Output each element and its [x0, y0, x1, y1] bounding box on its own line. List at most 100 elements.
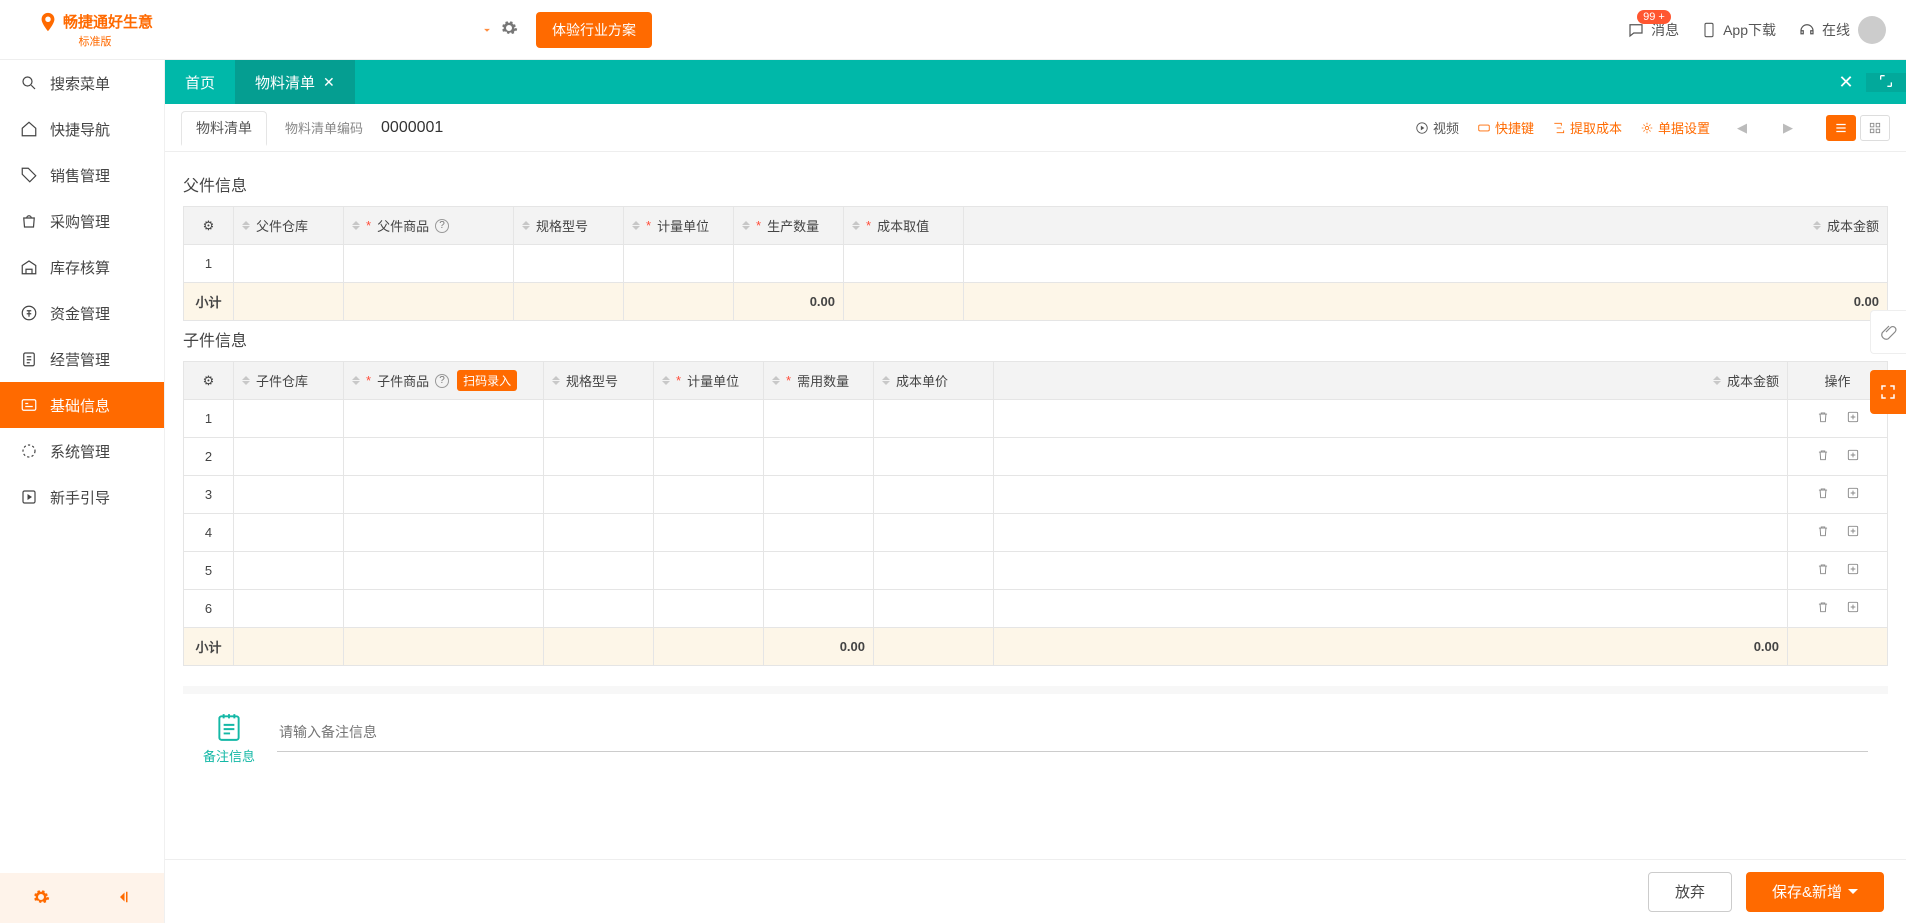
- sidebar-item-sales[interactable]: 销售管理: [0, 152, 164, 198]
- column-settings-button[interactable]: ⚙: [184, 362, 234, 400]
- tabs-expand-button[interactable]: [1866, 73, 1906, 92]
- trash-icon: [1816, 524, 1830, 538]
- row-delete-button[interactable]: [1816, 600, 1830, 617]
- row-index: 1: [184, 400, 234, 438]
- sidebar-item-fund[interactable]: 资金管理: [0, 290, 164, 336]
- col-child-unit[interactable]: *计量单位: [654, 362, 764, 400]
- parent-subtotal-row: 小计 0.00 0.00: [184, 283, 1888, 321]
- table-row[interactable]: 4: [184, 514, 1888, 552]
- sidebar-item-baseinfo[interactable]: 基础信息: [0, 382, 164, 428]
- table-row[interactable]: 1: [184, 400, 1888, 438]
- sidebar-item-operation[interactable]: 经营管理: [0, 336, 164, 382]
- extract-cost-link[interactable]: 提取成本: [1552, 118, 1622, 137]
- org-input[interactable]: [210, 13, 470, 47]
- table-row[interactable]: 3: [184, 476, 1888, 514]
- col-child-cost-amount[interactable]: 成本金额: [994, 362, 1788, 400]
- col-parent-product[interactable]: *父件商品?: [344, 207, 514, 245]
- fullscreen-rail-button[interactable]: [1870, 370, 1906, 414]
- col-parent-warehouse[interactable]: 父件仓库: [234, 207, 344, 245]
- table-row[interactable]: 2: [184, 438, 1888, 476]
- table-row[interactable]: 5: [184, 552, 1888, 590]
- row-add-button[interactable]: [1846, 486, 1860, 503]
- row-add-button[interactable]: [1846, 448, 1860, 465]
- prev-record-button[interactable]: ◀: [1728, 114, 1756, 142]
- save-and-new-button[interactable]: 保存&新增: [1746, 872, 1884, 912]
- row-delete-button[interactable]: [1816, 410, 1830, 427]
- industry-experience-button[interactable]: 体验行业方案: [536, 12, 652, 48]
- next-record-button[interactable]: ▶: [1774, 114, 1802, 142]
- main-area: 首页 物料清单 ✕ ✕ 物料清单 物料清单编码 0000001: [165, 60, 1906, 923]
- col-child-unit-cost[interactable]: 成本单价: [874, 362, 994, 400]
- sidebar-collapse-button[interactable]: [114, 888, 132, 909]
- col-child-warehouse[interactable]: 子件仓库: [234, 362, 344, 400]
- system-icon: [20, 442, 38, 460]
- view-toggle: [1826, 115, 1890, 141]
- clipboard-icon: [20, 350, 38, 368]
- col-parent-cost-basis[interactable]: *成本取值: [844, 207, 964, 245]
- tab-bom[interactable]: 物料清单 ✕: [235, 60, 355, 104]
- remark-input[interactable]: [277, 712, 1868, 752]
- tabs-close-all-button[interactable]: ✕: [1826, 72, 1866, 93]
- sidebar-item-inventory[interactable]: 库存核算: [0, 244, 164, 290]
- close-icon[interactable]: ✕: [323, 74, 335, 91]
- sidebar-item-system[interactable]: 系统管理: [0, 428, 164, 474]
- col-parent-spec[interactable]: 规格型号: [514, 207, 624, 245]
- app-download-button[interactable]: App下载: [1701, 20, 1776, 40]
- row-delete-button[interactable]: [1816, 448, 1830, 465]
- tab-label: 首页: [185, 72, 215, 93]
- headset-icon: [1798, 21, 1816, 39]
- help-icon[interactable]: ?: [435, 219, 449, 233]
- video-link[interactable]: 视频: [1415, 118, 1459, 137]
- header-settings-button[interactable]: [500, 19, 518, 40]
- row-delete-button[interactable]: [1816, 486, 1830, 503]
- sidebar-item-quicknav[interactable]: 快捷导航: [0, 106, 164, 152]
- discard-button[interactable]: 放弃: [1648, 872, 1732, 912]
- tab-home[interactable]: 首页: [165, 60, 235, 104]
- table-row[interactable]: 6: [184, 590, 1888, 628]
- remark-block: 备注信息: [183, 686, 1888, 783]
- sort-icon: [772, 374, 782, 388]
- row-add-button[interactable]: [1846, 562, 1860, 579]
- col-parent-qty[interactable]: *生产数量: [734, 207, 844, 245]
- row-add-button[interactable]: [1846, 410, 1860, 427]
- col-child-spec[interactable]: 规格型号: [544, 362, 654, 400]
- row-index: 1: [184, 245, 234, 283]
- sort-icon: [1813, 219, 1823, 233]
- sort-icon: [352, 219, 362, 233]
- org-selector[interactable]: [210, 13, 494, 47]
- row-add-button[interactable]: [1846, 524, 1860, 541]
- money-icon: [20, 304, 38, 322]
- table-row[interactable]: 1: [184, 245, 1888, 283]
- view-card-button[interactable]: [1860, 115, 1890, 141]
- content-scroll[interactable]: 父件信息 ⚙ 父件仓库 *父件商品? 规格型号 *计量单位 *生产数量: [165, 152, 1906, 859]
- plus-square-icon: [1846, 562, 1860, 576]
- sort-icon: [1713, 374, 1723, 388]
- row-delete-button[interactable]: [1816, 562, 1830, 579]
- col-parent-unit[interactable]: *计量单位: [624, 207, 734, 245]
- attachment-rail-button[interactable]: [1870, 310, 1906, 354]
- sidebar-item-purchase[interactable]: 采购管理: [0, 198, 164, 244]
- col-child-product[interactable]: *子件商品?扫码录入: [344, 362, 544, 400]
- avatar[interactable]: [1858, 16, 1886, 44]
- shortcut-link[interactable]: 快捷键: [1477, 118, 1534, 137]
- column-settings-button[interactable]: ⚙: [184, 207, 234, 245]
- sidebar-settings-button[interactable]: [32, 888, 50, 909]
- paperclip-icon: [1880, 323, 1898, 341]
- plus-square-icon: [1846, 524, 1860, 538]
- sidebar-item-guide[interactable]: 新手引导: [0, 474, 164, 520]
- form-title-tab[interactable]: 物料清单: [181, 111, 267, 146]
- online-support-button[interactable]: 在线: [1798, 20, 1850, 40]
- scan-input-tag[interactable]: 扫码录入: [457, 370, 517, 391]
- col-parent-cost-amount[interactable]: 成本金额: [964, 207, 1888, 245]
- sidebar-bottom-bar: [0, 873, 164, 923]
- col-child-need-qty[interactable]: *需用数量: [764, 362, 874, 400]
- messages-button[interactable]: 99 + 消息: [1627, 20, 1679, 40]
- sort-icon: [522, 219, 532, 233]
- child-subtotal-amount: 0.00: [994, 628, 1788, 666]
- row-add-button[interactable]: [1846, 600, 1860, 617]
- help-icon[interactable]: ?: [435, 374, 449, 388]
- sidebar-item-search[interactable]: 搜索菜单: [0, 60, 164, 106]
- bill-settings-link[interactable]: 单据设置: [1640, 118, 1710, 137]
- row-delete-button[interactable]: [1816, 524, 1830, 541]
- view-list-button[interactable]: [1826, 115, 1856, 141]
